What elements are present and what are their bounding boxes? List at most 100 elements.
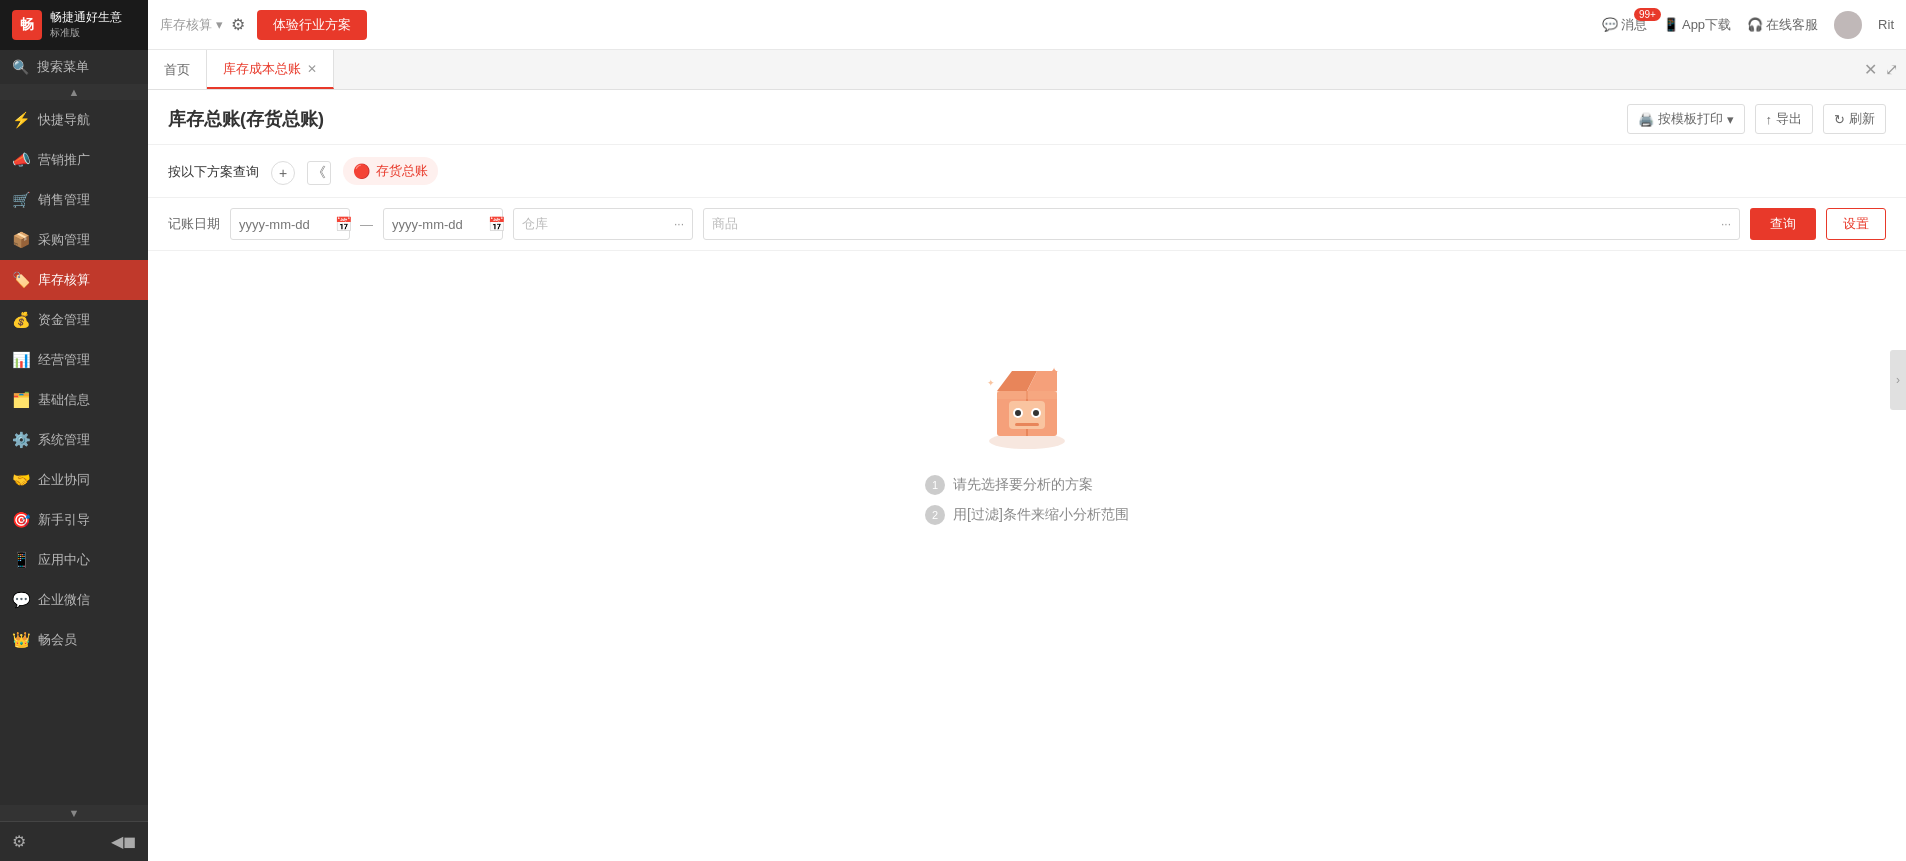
sidebar-footer: ⚙ ◀◼	[0, 821, 148, 861]
page-actions: 🖨️ 按模板打印 ▾ ↑ 导出 ↻ 刷新	[1627, 104, 1887, 134]
sidebar-item-label: 库存核算	[38, 271, 90, 289]
inventory-icon: 🏷️	[12, 271, 30, 289]
scroll-up-button[interactable]: ▲	[69, 86, 80, 98]
message-badge: 99+	[1634, 8, 1661, 21]
sidebar-audio-button[interactable]: ◀◼	[111, 832, 136, 851]
chevron-right-icon: ›	[1896, 373, 1900, 387]
sidebar-item-operations[interactable]: 📊 经营管理	[0, 340, 148, 380]
tab-close-button[interactable]: ✕	[307, 62, 317, 76]
sidebar-item-label: 采购管理	[38, 231, 90, 249]
goods-select[interactable]: 商品 ···	[703, 208, 1740, 240]
page-title: 库存总账(存货总账)	[168, 107, 324, 131]
goods-placeholder: 商品	[712, 215, 738, 233]
tab-home[interactable]: 首页	[148, 50, 207, 89]
date-start-field[interactable]	[239, 217, 329, 232]
empty-tip-1: 1 请先选择要分析的方案	[925, 475, 1129, 495]
date-end-input[interactable]: 📅	[383, 208, 503, 240]
sidebar-item-appcenter[interactable]: 📱 应用中心	[0, 540, 148, 580]
tab-home-label: 首页	[164, 61, 190, 79]
sidebar-item-quick-nav[interactable]: ⚡ 快捷导航	[0, 100, 148, 140]
export-icon: ↑	[1766, 112, 1773, 127]
sidebar: 畅 畅捷通好生意 标准版 🔍 搜索菜单 ▲ ⚡ 快捷导航 📣 营销推广 🛒 销售…	[0, 0, 148, 861]
tab-bar-expand-button[interactable]: ⤢	[1885, 60, 1898, 79]
refresh-label: 刷新	[1849, 110, 1875, 128]
sidebar-item-newbie[interactable]: 🎯 新手引导	[0, 500, 148, 540]
message-button[interactable]: 💬 消息 99+	[1602, 16, 1647, 34]
query-row: 记账日期 📅 — 📅 仓库 ··· 商品 ··· 查询 设置	[148, 198, 1906, 251]
newbie-icon: 🎯	[12, 511, 30, 529]
warehouse-placeholder: 仓库	[522, 215, 548, 233]
calendar-start-icon[interactable]: 📅	[335, 216, 352, 232]
tab-bar-close-button[interactable]: ✕	[1864, 60, 1877, 79]
tab-inventory-ledger[interactable]: 库存成本总账 ✕	[207, 50, 334, 89]
date-label: 记账日期	[168, 215, 220, 233]
filter-scheme-inventory[interactable]: 🔴 存货总账	[343, 157, 438, 185]
system-icon: ⚙️	[12, 431, 30, 449]
scheme-label: 存货总账	[376, 162, 428, 180]
svg-point-7	[1015, 410, 1021, 416]
topbar-settings-button[interactable]: ⚙	[231, 15, 245, 34]
topbar-breadcrumb: 库存核算	[160, 16, 212, 34]
goods-more-icon: ···	[1721, 217, 1731, 231]
refresh-button[interactable]: ↻ 刷新	[1823, 104, 1886, 134]
main-area: 库存核算 ▾ ⚙ 体验行业方案 💬 消息 99+ 📱 App下载 🎧 在线客服 …	[148, 0, 1906, 861]
topbar-right: 💬 消息 99+ 📱 App下载 🎧 在线客服 Rit	[1602, 11, 1894, 39]
sidebar-item-inventory[interactable]: 🏷️ 库存核算	[0, 260, 148, 300]
export-button[interactable]: ↑ 导出	[1755, 104, 1814, 134]
search-menu-label: 搜索菜单	[37, 58, 89, 76]
sidebar-item-marketing[interactable]: 📣 营销推广	[0, 140, 148, 180]
filter-add-button[interactable]: +	[271, 161, 295, 185]
logo-text-block: 畅捷通好生意 标准版	[50, 10, 122, 40]
page-header: 库存总账(存货总账) 🖨️ 按模板打印 ▾ ↑ 导出 ↻ 刷新	[148, 90, 1906, 145]
sidebar-item-label: 经营管理	[38, 351, 90, 369]
scroll-down-button[interactable]: ▼	[69, 807, 80, 819]
logo-title: 畅捷通好生意	[50, 10, 122, 26]
service-label: 在线客服	[1766, 16, 1818, 34]
sidebar-item-sales[interactable]: 🛒 销售管理	[0, 180, 148, 220]
avatar[interactable]	[1834, 11, 1862, 39]
empty-state: ✦ ✦ 1 请先选择要分析的方案 2 用[过滤]条件来缩小分析范围	[148, 251, 1906, 605]
right-panel-toggle[interactable]: ›	[1890, 350, 1906, 410]
sidebar-item-label: 企业协同	[38, 471, 90, 489]
sidebar-item-label: 企业微信	[38, 591, 90, 609]
tip-num-2: 2	[925, 505, 945, 525]
query-button[interactable]: 查询	[1750, 208, 1816, 240]
template-print-button[interactable]: 🖨️ 按模板打印 ▾	[1627, 104, 1745, 134]
app-logo: 畅 畅捷通好生意 标准版	[0, 0, 148, 50]
service-icon: 🎧	[1747, 17, 1763, 32]
sidebar-item-system[interactable]: ⚙️ 系统管理	[0, 420, 148, 460]
logo-subtitle: 标准版	[50, 26, 122, 40]
calendar-end-icon[interactable]: 📅	[488, 216, 505, 232]
filter-collapse-button[interactable]: 《	[307, 161, 331, 185]
trial-button[interactable]: 体验行业方案	[257, 10, 367, 40]
sidebar-item-wechat[interactable]: 💬 企业微信	[0, 580, 148, 620]
sidebar-nav: ⚡ 快捷导航 📣 营销推广 🛒 销售管理 📦 采购管理 🏷️ 库存核算 💰 资金…	[0, 100, 148, 805]
sidebar-item-purchase[interactable]: 📦 采购管理	[0, 220, 148, 260]
sidebar-item-coop[interactable]: 🤝 企业协同	[0, 460, 148, 500]
sidebar-item-label: 资金管理	[38, 311, 90, 329]
date-end-field[interactable]	[392, 217, 482, 232]
search-menu-button[interactable]: 🔍 搜索菜单	[0, 50, 148, 84]
breadcrumb-dropdown[interactable]: ▾	[216, 17, 223, 32]
basic-icon: 🗂️	[12, 391, 30, 409]
marketing-icon: 📣	[12, 151, 30, 169]
sidebar-item-finance[interactable]: 💰 资金管理	[0, 300, 148, 340]
filter-label: 按以下方案查询	[168, 157, 259, 181]
sidebar-item-basic[interactable]: 🗂️ 基础信息	[0, 380, 148, 420]
username-label[interactable]: Rit	[1878, 17, 1894, 32]
sidebar-item-label: 系统管理	[38, 431, 90, 449]
tab-bar: 首页 库存成本总账 ✕ ✕ ⤢	[148, 50, 1906, 90]
empty-illustration: ✦ ✦	[967, 331, 1087, 451]
sidebar-settings-button[interactable]: ⚙	[12, 832, 26, 851]
sidebar-item-label: 基础信息	[38, 391, 90, 409]
settings-button[interactable]: 设置	[1826, 208, 1886, 240]
vip-icon: 👑	[12, 631, 30, 649]
online-service-button[interactable]: 🎧 在线客服	[1747, 16, 1818, 34]
svg-rect-9	[1015, 423, 1039, 426]
app-download-button[interactable]: 📱 App下载	[1663, 16, 1731, 34]
sidebar-item-vip[interactable]: 👑 畅会员	[0, 620, 148, 660]
warehouse-select[interactable]: 仓库 ···	[513, 208, 693, 240]
search-icon: 🔍	[12, 59, 29, 75]
date-start-input[interactable]: 📅	[230, 208, 350, 240]
svg-rect-3	[997, 391, 1057, 399]
